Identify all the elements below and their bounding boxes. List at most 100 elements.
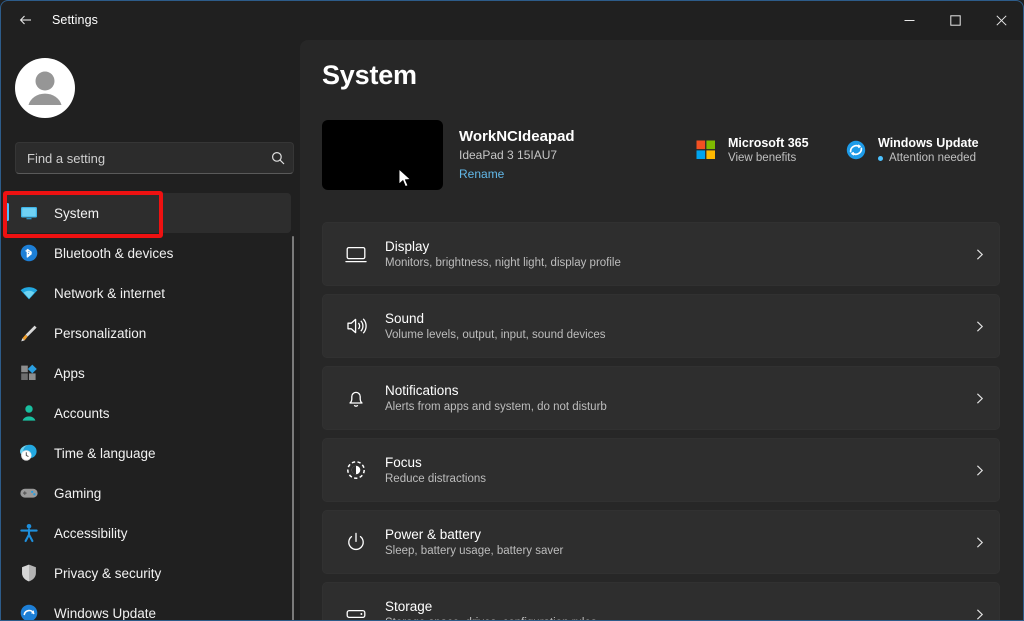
sidebar-item-label: Time & language xyxy=(54,445,156,461)
window-title: Settings xyxy=(52,13,98,27)
sidebar-item-network-and-internet[interactable]: Network & internet xyxy=(6,273,291,313)
user-avatar-icon xyxy=(28,71,62,105)
settings-row-title: Display xyxy=(385,239,430,254)
microsoft-logo-icon xyxy=(694,138,718,162)
sidebar-item-label: System xyxy=(54,205,100,221)
sidebar-item-label: Apps xyxy=(54,365,85,381)
selection-indicator xyxy=(6,203,9,221)
apps-icon xyxy=(18,362,40,384)
window-controls xyxy=(886,0,1024,40)
settings-row-title: Storage xyxy=(385,599,433,614)
shield-icon xyxy=(18,562,40,584)
settings-row-text: Power & battery Sleep, battery usage, ba… xyxy=(385,527,959,557)
search-box[interactable] xyxy=(15,142,294,174)
settings-row-subtitle: Alerts from apps and system, do not dist… xyxy=(385,401,607,413)
storage-drive-icon xyxy=(339,603,373,621)
settings-row-power-and-battery[interactable]: Power & battery Sleep, battery usage, ba… xyxy=(322,510,1000,574)
settings-row-display[interactable]: Display Monitors, brightness, night ligh… xyxy=(322,222,1000,286)
power-icon xyxy=(339,531,373,553)
title-bar: Settings xyxy=(0,0,1024,40)
settings-row-notifications[interactable]: Notifications Alerts from apps and syste… xyxy=(322,366,1000,430)
windows-update-text: Windows Update Attention needed xyxy=(878,136,979,164)
search-input[interactable] xyxy=(16,150,263,166)
sidebar-item-time-and-language[interactable]: Time & language xyxy=(6,433,291,473)
settings-row-subtitle: Reduce distractions xyxy=(385,473,486,485)
focus-ring-icon xyxy=(339,459,373,481)
search-icon[interactable] xyxy=(263,151,293,165)
chevron-right-icon xyxy=(959,320,999,333)
accessibility-person-icon xyxy=(18,522,40,544)
sidebar-item-gaming[interactable]: Gaming xyxy=(6,473,291,513)
speaker-icon xyxy=(339,315,373,337)
settings-row-title: Notifications xyxy=(385,383,459,398)
promo-subtitle: Attention needed xyxy=(878,152,979,164)
chevron-right-icon xyxy=(959,392,999,405)
device-info: WorkNCIdeapad IdeaPad 3 15IAU7 Rename xyxy=(459,128,575,181)
sidebar-item-label: Bluetooth & devices xyxy=(54,245,174,261)
chevron-right-icon xyxy=(959,464,999,477)
promo-status-text: Attention needed xyxy=(889,152,976,164)
back-button[interactable] xyxy=(8,4,44,36)
device-thumbnail-image xyxy=(322,120,443,190)
settings-row-title: Sound xyxy=(385,311,425,326)
avatar xyxy=(15,58,75,118)
bluetooth-icon xyxy=(18,242,40,264)
bell-icon xyxy=(339,387,373,409)
sidebar-item-system[interactable]: System xyxy=(6,193,291,233)
maximize-button[interactable] xyxy=(932,0,978,40)
settings-row-subtitle: Monitors, brightness, night light, displ… xyxy=(385,257,621,269)
device-model: IdeaPad 3 15IAU7 xyxy=(459,148,558,162)
sidebar-item-label: Gaming xyxy=(54,485,102,501)
settings-row-text: Notifications Alerts from apps and syste… xyxy=(385,383,959,413)
settings-row-text: Storage Storage space, drives, configura… xyxy=(385,599,959,621)
settings-row-subtitle: Storage space, drives, configuration rul… xyxy=(385,617,959,621)
page-title: System xyxy=(322,60,417,90)
settings-row-storage[interactable]: Storage Storage space, drives, configura… xyxy=(322,582,1000,621)
settings-list: Display Monitors, brightness, night ligh… xyxy=(322,222,1002,621)
settings-row-title: Power & battery xyxy=(385,527,482,542)
display-monitor-icon xyxy=(339,243,373,265)
chevron-right-icon xyxy=(959,536,999,549)
sidebar-scrollbar[interactable] xyxy=(292,236,294,621)
sidebar-item-label: Network & internet xyxy=(54,285,166,301)
close-button[interactable] xyxy=(978,0,1024,40)
rename-link[interactable]: Rename xyxy=(459,167,575,181)
windows-update-card[interactable]: Windows Update Attention needed xyxy=(844,136,979,164)
minimize-icon xyxy=(904,19,914,21)
sidebar-item-label: Personalization xyxy=(54,325,147,341)
microsoft-365-text: Microsoft 365 View benefits xyxy=(728,136,809,164)
settings-row-sound[interactable]: Sound Volume levels, output, input, soun… xyxy=(322,294,1000,358)
sidebar-item-label: Privacy & security xyxy=(54,565,162,581)
sidebar-item-label: Accessibility xyxy=(54,525,128,541)
settings-row-text: Sound Volume levels, output, input, soun… xyxy=(385,311,959,341)
microsoft-365-card[interactable]: Microsoft 365 View benefits xyxy=(694,136,809,164)
back-arrow-icon xyxy=(19,15,31,25)
wifi-icon xyxy=(18,282,40,304)
settings-row-title: Focus xyxy=(385,455,422,470)
account-header[interactable] xyxy=(15,58,75,118)
close-icon xyxy=(995,14,1007,26)
settings-row-subtitle: Sleep, battery usage, battery saver xyxy=(385,545,564,557)
settings-row-text: Focus Reduce distractions xyxy=(385,455,959,485)
monitor-icon xyxy=(18,202,40,224)
sidebar-item-privacy-and-security[interactable]: Privacy & security xyxy=(6,553,291,593)
minimize-button[interactable] xyxy=(886,0,932,40)
sidebar-item-bluetooth-and-devices[interactable]: Bluetooth & devices xyxy=(6,233,291,273)
sidebar-item-personalization[interactable]: Personalization xyxy=(6,313,291,353)
sidebar-item-accounts[interactable]: Accounts xyxy=(6,393,291,433)
settings-row-focus[interactable]: Focus Reduce distractions xyxy=(322,438,1000,502)
sidebar-item-label: Windows Update xyxy=(54,605,157,621)
sidebar-item-windows-update[interactable]: Windows Update xyxy=(6,593,291,621)
paintbrush-icon xyxy=(18,322,40,344)
promo-title: Windows Update xyxy=(878,136,979,150)
main-content: System WorkNCIdeapad IdeaPad 3 15IAU7 Re… xyxy=(300,40,1024,621)
sidebar-nav: System Bluetooth & devices Network & int… xyxy=(0,193,300,621)
promo-subtitle: View benefits xyxy=(728,152,797,164)
promo-title: Microsoft 365 xyxy=(728,136,809,150)
settings-row-subtitle: Volume levels, output, input, sound devi… xyxy=(385,329,606,341)
chevron-right-icon xyxy=(959,248,999,261)
gamepad-icon xyxy=(18,482,40,504)
sidebar-item-accessibility[interactable]: Accessibility xyxy=(6,513,291,553)
sidebar-item-apps[interactable]: Apps xyxy=(6,353,291,393)
maximize-icon xyxy=(949,14,961,26)
